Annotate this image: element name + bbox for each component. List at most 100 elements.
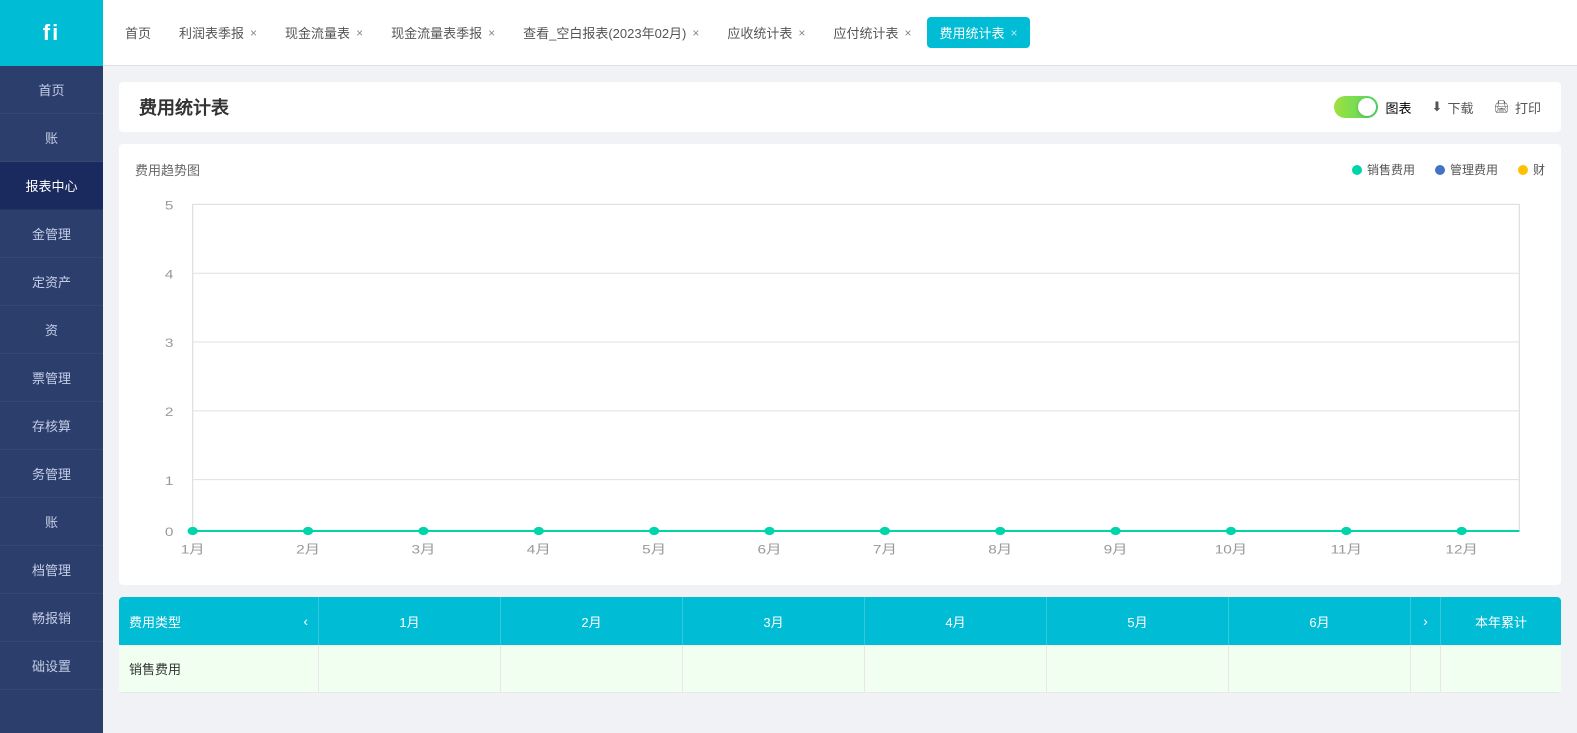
th-m6-label: 6月 bbox=[1309, 612, 1329, 631]
th-type-label: 费用类型 bbox=[129, 612, 181, 631]
sidebar-item-sales[interactable]: 畅报销 bbox=[0, 594, 103, 642]
sidebar-item-resources[interactable]: 资 bbox=[0, 306, 103, 354]
td-m6-0 bbox=[1229, 645, 1411, 692]
print-icon: 🖨 bbox=[1493, 99, 1510, 115]
th-type: 费用类型 ‹ bbox=[119, 597, 319, 645]
sidebar-item-accounts[interactable]: 账 bbox=[0, 498, 103, 546]
td-m4-0 bbox=[865, 645, 1047, 692]
legend-admin-label: 管理费用 bbox=[1450, 161, 1498, 178]
sidebar-item-tickets[interactable]: 票管理 bbox=[0, 354, 103, 402]
expense-table: 费用类型 ‹ 1月 2月 3月 4月 5月 bbox=[119, 597, 1561, 693]
svg-text:0: 0 bbox=[165, 525, 174, 539]
sidebar-item-services[interactable]: 务管理 bbox=[0, 450, 103, 498]
tab-receivable-close[interactable]: × bbox=[798, 27, 805, 39]
svg-text:9月: 9月 bbox=[1104, 542, 1128, 556]
svg-text:5月: 5月 bbox=[642, 542, 666, 556]
svg-text:12月: 12月 bbox=[1445, 542, 1477, 556]
download-button[interactable]: ⬇ 下载 bbox=[1432, 98, 1474, 117]
tab-receivable-label: 应收统计表 bbox=[727, 23, 792, 42]
download-icon: ⬇ bbox=[1432, 99, 1443, 115]
td-type-0: 销售费用 bbox=[119, 645, 319, 692]
svg-text:7月: 7月 bbox=[873, 542, 897, 556]
legend-finance-label: 财 bbox=[1533, 161, 1545, 178]
main-area: 首页 利润表季报 × 现金流量表 × 现金流量表季报 × 查看_空白报表(202… bbox=[103, 0, 1577, 733]
chart-header: 费用趋势图 销售费用 管理费用 财 bbox=[135, 160, 1545, 179]
tab-blank-report[interactable]: 查看_空白报表(2023年02月) × bbox=[511, 17, 711, 48]
tab-cashflow-quarter[interactable]: 现金流量表季报 × bbox=[379, 17, 507, 48]
tab-cashflow-label: 现金流量表 bbox=[285, 23, 350, 42]
legend-admin-dot bbox=[1435, 165, 1445, 175]
th-m5: 5月 bbox=[1047, 597, 1229, 645]
th-m3: 3月 bbox=[683, 597, 865, 645]
sidebar-item-fixed-assets[interactable]: 定资产 bbox=[0, 258, 103, 306]
tab-payable[interactable]: 应付统计表 × bbox=[821, 17, 923, 48]
tab-blank-report-close[interactable]: × bbox=[692, 27, 699, 39]
tab-expense[interactable]: 费用统计表 × bbox=[927, 17, 1029, 48]
chart-legend: 销售费用 管理费用 财 bbox=[1352, 161, 1545, 178]
tab-profit-label: 利润表季报 bbox=[179, 23, 244, 42]
svg-text:8月: 8月 bbox=[988, 542, 1012, 556]
td-m5-0 bbox=[1047, 645, 1229, 692]
chart-toggle-container: 图表 bbox=[1334, 96, 1412, 118]
legend-finance-dot bbox=[1518, 165, 1528, 175]
next-page-arrow[interactable]: › bbox=[1423, 613, 1428, 629]
svg-text:1月: 1月 bbox=[181, 542, 205, 556]
tabs-bar: 首页 利润表季报 × 现金流量表 × 现金流量表季报 × 查看_空白报表(202… bbox=[103, 0, 1577, 66]
sidebar-item-archives[interactable]: 档管理 bbox=[0, 546, 103, 594]
legend-sales-label: 销售费用 bbox=[1367, 161, 1415, 178]
sidebar-item-cash[interactable]: 金管理 bbox=[0, 210, 103, 258]
legend-sales-dot bbox=[1352, 165, 1362, 175]
th-total: 本年累计 bbox=[1441, 597, 1561, 645]
legend-admin: 管理费用 bbox=[1435, 161, 1498, 178]
download-label: 下载 bbox=[1447, 98, 1473, 117]
content-area: 费用统计表 图表 ⬇ 下载 🖨 打印 bbox=[103, 66, 1577, 733]
tab-profit-close[interactable]: × bbox=[250, 27, 257, 39]
tab-home[interactable]: 首页 bbox=[113, 17, 163, 48]
svg-text:10月: 10月 bbox=[1215, 542, 1247, 556]
svg-text:11月: 11月 bbox=[1331, 542, 1362, 556]
app-logo: fi bbox=[0, 0, 103, 66]
td-m3-0 bbox=[683, 645, 865, 692]
sidebar-item-home[interactable]: 首页 bbox=[0, 66, 103, 114]
print-label: 打印 bbox=[1515, 98, 1541, 117]
print-button[interactable]: 🖨 打印 bbox=[1493, 98, 1541, 117]
tab-receivable[interactable]: 应收统计表 × bbox=[715, 17, 817, 48]
th-m4: 4月 bbox=[865, 597, 1047, 645]
chart-toggle-label: 图表 bbox=[1386, 98, 1412, 117]
tab-cashflow-close[interactable]: × bbox=[356, 27, 363, 39]
svg-text:6月: 6月 bbox=[758, 542, 782, 556]
tab-cashflow-quarter-label: 现金流量表季报 bbox=[391, 23, 482, 42]
svg-text:5: 5 bbox=[165, 198, 174, 212]
chart-title: 费用趋势图 bbox=[135, 160, 200, 179]
th-total-label: 本年累计 bbox=[1475, 612, 1527, 631]
prev-page-arrow[interactable]: ‹ bbox=[303, 613, 308, 629]
tab-expense-label: 费用统计表 bbox=[939, 23, 1004, 42]
sidebar-item-reports[interactable]: 报表中心 bbox=[0, 162, 103, 210]
tab-expense-close[interactable]: × bbox=[1010, 27, 1017, 39]
td-type-label-0: 销售费用 bbox=[129, 659, 181, 678]
sidebar: fi 首页 账 报表中心 金管理 定资产 资 票管理 存核算 务管理 账 档管理… bbox=[0, 0, 103, 733]
td-m2-0 bbox=[501, 645, 683, 692]
svg-text:2: 2 bbox=[165, 404, 174, 418]
page-title: 费用统计表 bbox=[139, 94, 229, 120]
th-m1-label: 1月 bbox=[399, 612, 419, 631]
tab-payable-close[interactable]: × bbox=[904, 27, 911, 39]
tab-cashflow[interactable]: 现金流量表 × bbox=[273, 17, 375, 48]
sidebar-item-settings[interactable]: 础设置 bbox=[0, 642, 103, 690]
toggle-knob bbox=[1358, 98, 1376, 116]
th-m1: 1月 bbox=[319, 597, 501, 645]
sidebar-item-ledger[interactable]: 账 bbox=[0, 114, 103, 162]
tab-cashflow-quarter-close[interactable]: × bbox=[488, 27, 495, 39]
th-m6: 6月 bbox=[1229, 597, 1411, 645]
td-nav-0 bbox=[1411, 645, 1441, 692]
chart-area: 5 4 3 2 1 0 bbox=[135, 189, 1545, 569]
tab-home-label: 首页 bbox=[125, 23, 151, 42]
th-nav-arrow: › bbox=[1411, 597, 1441, 645]
tab-payable-label: 应付统计表 bbox=[833, 23, 898, 42]
chart-toggle[interactable] bbox=[1334, 96, 1378, 118]
svg-text:4月: 4月 bbox=[527, 542, 551, 556]
svg-text:1: 1 bbox=[165, 473, 174, 487]
tab-profit[interactable]: 利润表季报 × bbox=[167, 17, 269, 48]
sidebar-item-inventory[interactable]: 存核算 bbox=[0, 402, 103, 450]
chart-section: 费用趋势图 销售费用 管理费用 财 bbox=[119, 144, 1561, 585]
